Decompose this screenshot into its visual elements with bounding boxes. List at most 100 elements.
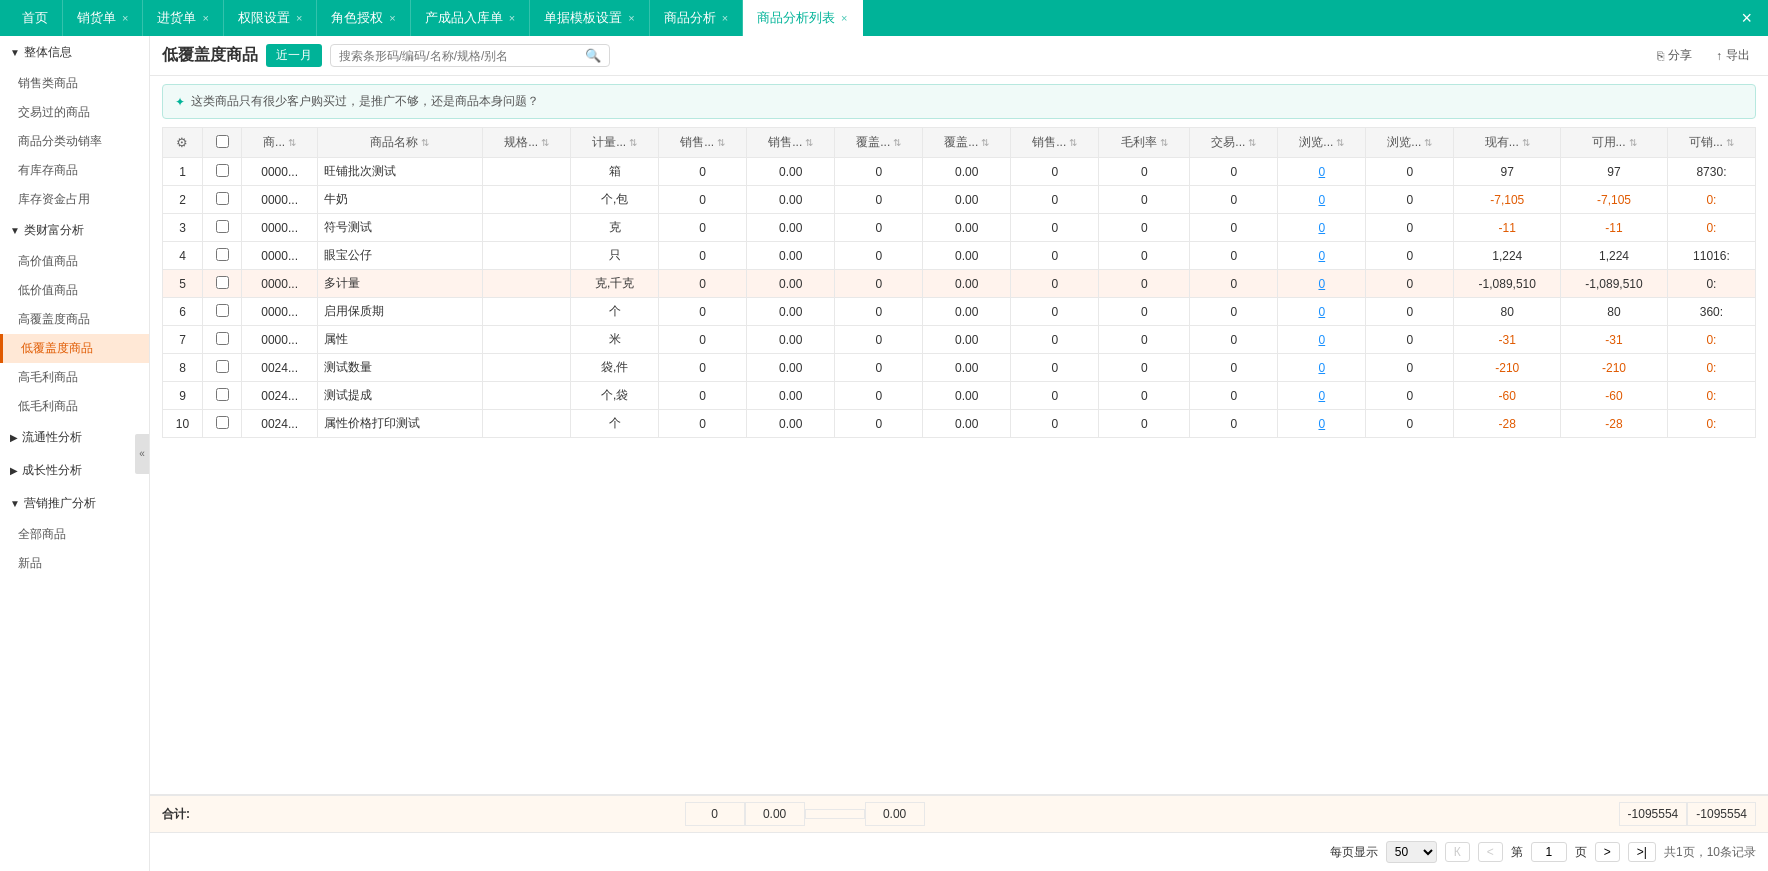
search-icon[interactable]: 🔍: [585, 48, 601, 63]
nav-tab-role[interactable]: 角色授权 ×: [317, 0, 410, 36]
row-sales1: 0: [659, 382, 747, 410]
first-page-button[interactable]: К: [1445, 842, 1470, 862]
row-trade: 0: [1190, 410, 1278, 438]
sidebar-item-low-value[interactable]: 低价值商品: [0, 276, 149, 305]
row-checkbox[interactable]: [202, 270, 241, 298]
sidebar-item-new-products[interactable]: 新品: [0, 549, 149, 578]
nav-tab-product-entry[interactable]: 产成品入库单 ×: [411, 0, 530, 36]
sidebar-item-sales-products[interactable]: 销售类商品: [0, 69, 149, 98]
col-code[interactable]: 商...⇅: [242, 128, 317, 158]
row-checkbox[interactable]: [202, 354, 241, 382]
row-browse1[interactable]: 0: [1278, 298, 1366, 326]
row-browse1[interactable]: 0: [1278, 214, 1366, 242]
row-browse1[interactable]: 0: [1278, 158, 1366, 186]
row-browse1[interactable]: 0: [1278, 326, 1366, 354]
time-filter-button[interactable]: 近一月: [266, 44, 322, 67]
row-checkbox[interactable]: [202, 298, 241, 326]
last-page-button[interactable]: >|: [1628, 842, 1656, 862]
sidebar-item-low-margin[interactable]: 低毛利商品: [0, 392, 149, 421]
row-browse1[interactable]: 0: [1278, 410, 1366, 438]
col-cover1[interactable]: 覆盖...⇅: [835, 128, 923, 158]
row-checkbox[interactable]: [202, 410, 241, 438]
sidebar-item-traded-products[interactable]: 交易过的商品: [0, 98, 149, 127]
search-input[interactable]: [339, 49, 585, 63]
nav-tab-purchase[interactable]: 进货单 ×: [143, 0, 223, 36]
sidebar-item-all-products[interactable]: 全部商品: [0, 520, 149, 549]
sidebar-section-growth[interactable]: ▶ 成长性分析: [0, 454, 149, 487]
row-browse2: 0: [1366, 242, 1454, 270]
col-margin[interactable]: 毛利率⇅: [1099, 128, 1190, 158]
sidebar-section-marketing[interactable]: ▼ 营销推广分析: [0, 487, 149, 520]
close-icon[interactable]: ×: [296, 12, 302, 24]
sidebar-item-high-margin[interactable]: 高毛利商品: [0, 363, 149, 392]
sidebar-item-high-coverage[interactable]: 高覆盖度商品: [0, 305, 149, 334]
row-checkbox[interactable]: [202, 214, 241, 242]
nav-tab-home[interactable]: 首页: [8, 0, 63, 36]
row-browse1[interactable]: 0: [1278, 242, 1366, 270]
nav-tab-permission[interactable]: 权限设置 ×: [224, 0, 317, 36]
sidebar-section-circulation[interactable]: ▶ 流通性分析: [0, 421, 149, 454]
row-checkbox[interactable]: [202, 158, 241, 186]
export-button[interactable]: ↑ 导出: [1710, 44, 1756, 67]
page-number-input[interactable]: [1531, 842, 1567, 862]
col-trade[interactable]: 交易...⇅: [1190, 128, 1278, 158]
page-size-select[interactable]: 50 20 100 200: [1386, 841, 1437, 863]
sidebar-item-category-rate[interactable]: 商品分类动销率: [0, 127, 149, 156]
col-available[interactable]: 可用...⇅: [1561, 128, 1668, 158]
row-available: -210: [1561, 354, 1668, 382]
close-icon[interactable]: ×: [722, 12, 728, 24]
table-row: 7 0000... 属性 米 0 0.00 0 0.00 0 0 0 0 0 -…: [163, 326, 1756, 354]
col-sales1[interactable]: 销售...⇅: [659, 128, 747, 158]
sidebar-section-overall[interactable]: ▼ 整体信息: [0, 36, 149, 69]
row-code: 0000...: [242, 326, 317, 354]
share-button[interactable]: ⎘ 分享: [1651, 44, 1698, 67]
row-sales3: 0: [1011, 326, 1099, 354]
row-checkbox[interactable]: [202, 242, 241, 270]
close-icon[interactable]: ×: [509, 12, 515, 24]
col-settings[interactable]: ⚙: [163, 128, 203, 158]
sidebar-section-wealth[interactable]: ▼ 类财富分析: [0, 214, 149, 247]
col-current[interactable]: 现有...⇅: [1454, 128, 1561, 158]
row-checkbox[interactable]: [202, 326, 241, 354]
row-browse1[interactable]: 0: [1278, 186, 1366, 214]
row-checkbox[interactable]: [202, 186, 241, 214]
nav-tab-product-analysis[interactable]: 商品分析 ×: [650, 0, 743, 36]
row-browse1[interactable]: 0: [1278, 382, 1366, 410]
row-sales1: 0: [659, 298, 747, 326]
sidebar-item-in-stock[interactable]: 有库存商品: [0, 156, 149, 185]
row-checkbox[interactable]: [202, 382, 241, 410]
sidebar-item-high-value[interactable]: 高价值商品: [0, 247, 149, 276]
close-icon[interactable]: ×: [841, 12, 847, 24]
nav-tab-product-analysis-list[interactable]: 商品分析列表 ×: [743, 0, 862, 36]
nav-tab-sales[interactable]: 销货单 ×: [63, 0, 143, 36]
col-sales3[interactable]: 销售...⇅: [1011, 128, 1099, 158]
row-trade: 0: [1190, 326, 1278, 354]
col-unit[interactable]: 计量...⇅: [571, 128, 659, 158]
prev-page-button[interactable]: <: [1478, 842, 1503, 862]
close-icon[interactable]: ×: [628, 12, 634, 24]
close-icon[interactable]: ×: [389, 12, 395, 24]
col-name[interactable]: 商品名称⇅: [317, 128, 482, 158]
col-spec[interactable]: 规格...⇅: [483, 128, 571, 158]
col-browse2[interactable]: 浏览...⇅: [1366, 128, 1454, 158]
nav-tab-template[interactable]: 单据模板设置 ×: [530, 0, 649, 36]
row-name: 多计量: [317, 270, 482, 298]
next-page-button[interactable]: >: [1595, 842, 1620, 862]
col-sales2[interactable]: 销售...⇅: [747, 128, 835, 158]
col-checkbox[interactable]: [202, 128, 241, 158]
sidebar-collapse-button[interactable]: «: [135, 434, 149, 474]
col-cover2[interactable]: 覆盖...⇅: [923, 128, 1011, 158]
col-saleable[interactable]: 可销...⇅: [1667, 128, 1755, 158]
sidebar-item-low-coverage[interactable]: 低覆盖度商品: [0, 334, 149, 363]
chevron-down-icon: ▼: [10, 225, 20, 236]
sidebar-item-stock-capital[interactable]: 库存资金占用: [0, 185, 149, 214]
row-browse1[interactable]: 0: [1278, 270, 1366, 298]
col-browse1[interactable]: 浏览...⇅: [1278, 128, 1366, 158]
pagination: 每页显示 50 20 100 200 К < 第 页 > >| 共1页，10条记…: [150, 832, 1768, 871]
select-all-checkbox[interactable]: [216, 135, 229, 148]
row-current: -31: [1454, 326, 1561, 354]
close-icon[interactable]: ×: [122, 12, 128, 24]
row-browse1[interactable]: 0: [1278, 354, 1366, 382]
close-icon[interactable]: ×: [202, 12, 208, 24]
window-close-button[interactable]: ×: [1733, 8, 1760, 29]
